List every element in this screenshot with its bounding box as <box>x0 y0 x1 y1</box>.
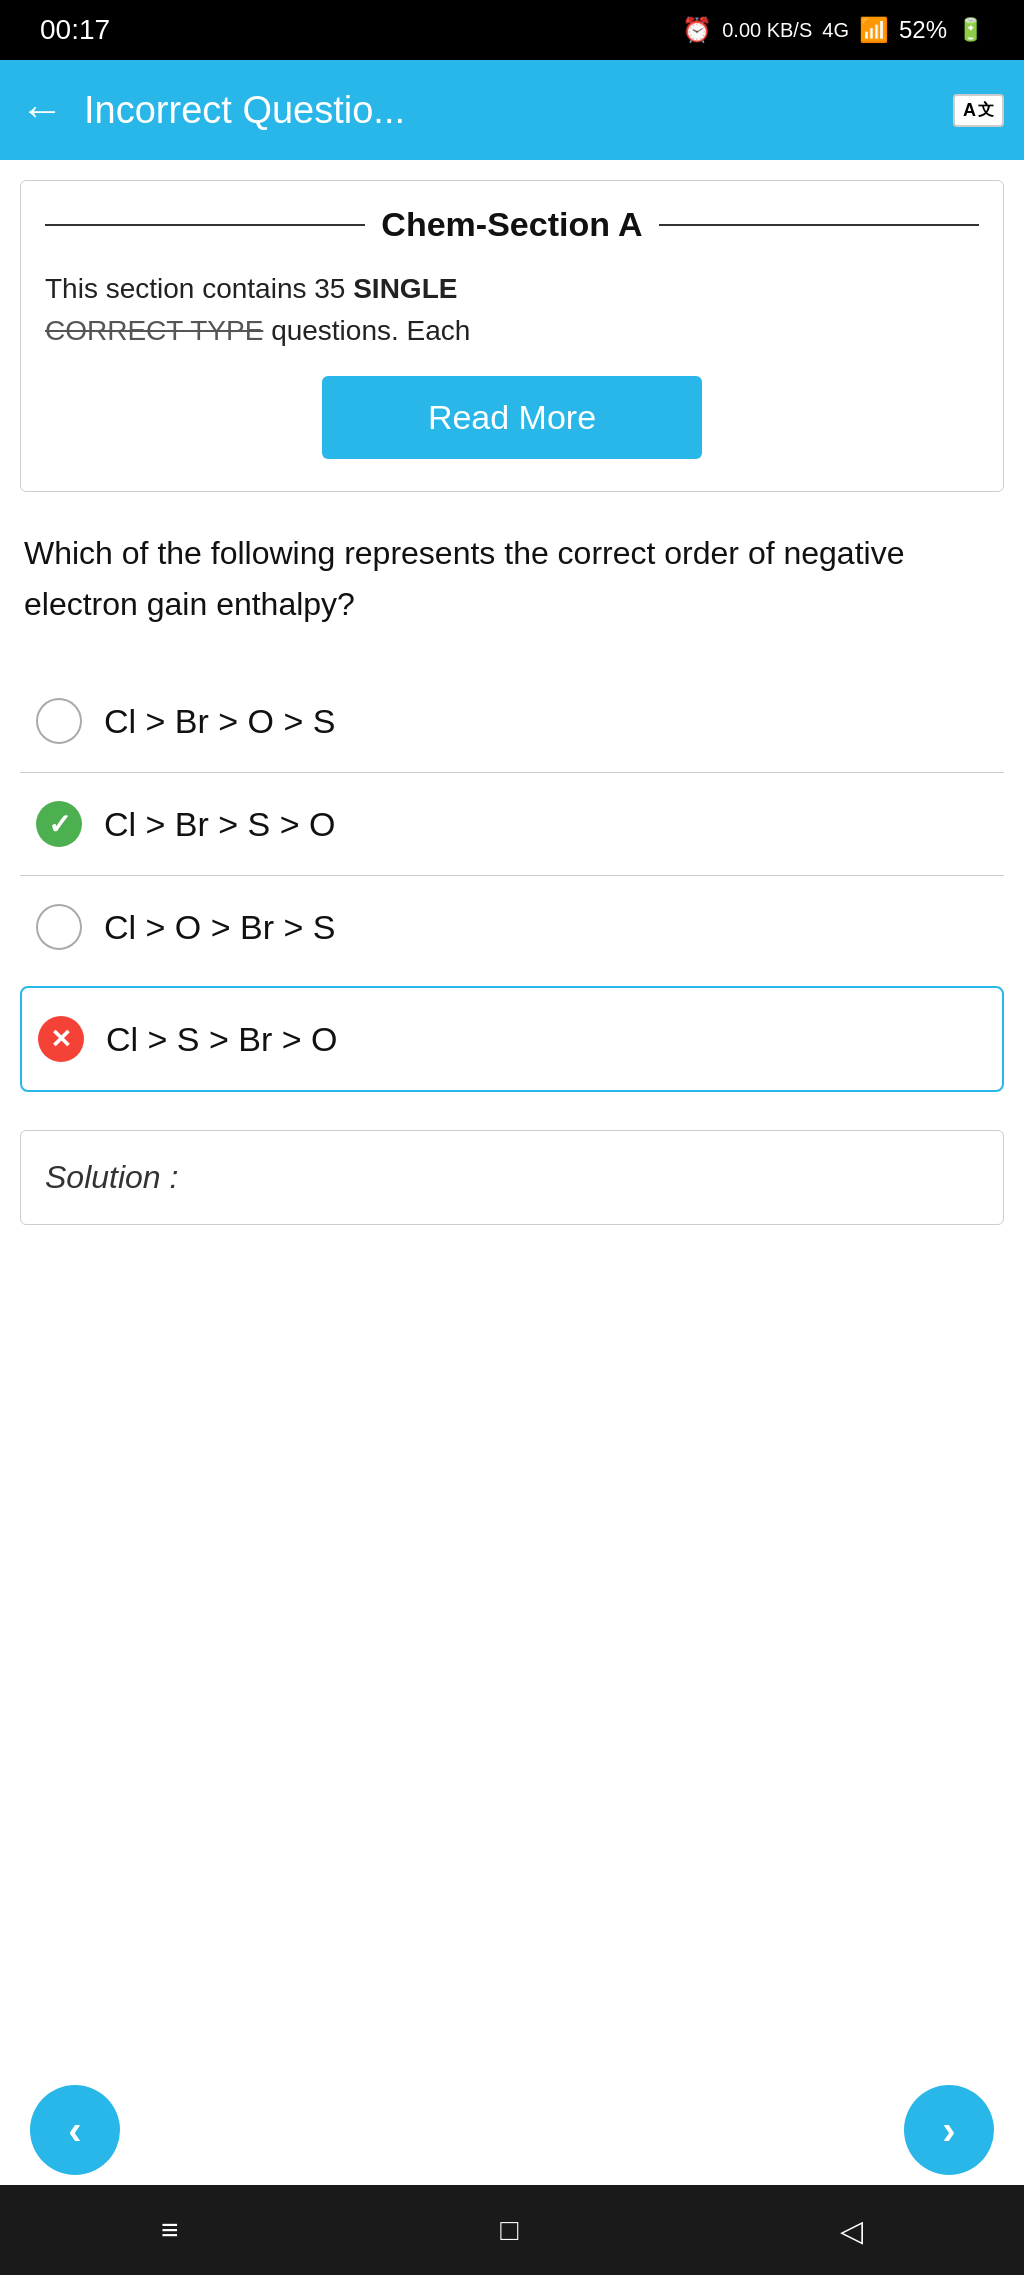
bottom-nav: ‹ › <box>0 2085 1024 2175</box>
status-icons: ⏰ 0.00 KB/S 4G 📶 52% 🔋 <box>682 16 984 44</box>
main-content: Chem-Section A This section contains 35 … <box>0 180 1024 1225</box>
alarm-icon: ⏰ <box>682 16 712 44</box>
status-bar: 00:17 ⏰ 0.00 KB/S 4G 📶 52% 🔋 <box>0 0 1024 60</box>
description-text: This section contains 35 <box>45 273 353 304</box>
prev-arrow: ‹ <box>68 2108 81 2153</box>
solution-label: Solution : <box>45 1159 178 1195</box>
read-more-button[interactable]: Read More <box>322 376 702 459</box>
option-a[interactable]: Cl > Br > O > S <box>20 670 1004 772</box>
radio-c <box>36 904 82 950</box>
battery-icon: 🔋 <box>957 17 984 43</box>
option-c[interactable]: Cl > O > Br > S <box>20 876 1004 978</box>
next-arrow: › <box>942 2108 955 2153</box>
option-a-text: Cl > Br > O > S <box>104 702 335 741</box>
section-title: Chem-Section A <box>45 205 979 244</box>
android-back-icon[interactable]: ◁ <box>840 2213 863 2248</box>
nav-title: Incorrect Questio... <box>84 89 933 132</box>
section-description: This section contains 35 SINGLE CORRECT … <box>45 268 979 352</box>
option-b[interactable]: Cl > Br > S > O <box>20 773 1004 875</box>
android-nav-bar: ≡ □ ◁ <box>0 2185 1024 2275</box>
wrong-icon <box>38 1016 84 1062</box>
solution-box: Solution : <box>20 1130 1004 1225</box>
options-list: Cl > Br > O > S Cl > Br > S > O Cl > O >… <box>20 670 1004 1100</box>
battery-level: 52% <box>899 16 947 44</box>
option-b-text: Cl > Br > S > O <box>104 805 335 844</box>
correct-icon <box>36 801 82 847</box>
network-type: 4G <box>822 19 849 42</box>
option-d[interactable]: Cl > S > Br > O <box>20 986 1004 1092</box>
nav-bar: ← Incorrect Questio... A 文 <box>0 60 1024 160</box>
status-time: 00:17 <box>40 14 110 46</box>
android-menu-icon[interactable]: ≡ <box>161 2213 179 2247</box>
translate-icon-zh: 文 <box>978 100 994 121</box>
next-button[interactable]: › <box>904 2085 994 2175</box>
android-home-icon[interactable]: □ <box>500 2213 518 2247</box>
translate-icon-a: A <box>963 100 976 121</box>
question-text: Which of the following represents the co… <box>20 528 1004 630</box>
back-button[interactable]: ← <box>20 85 64 135</box>
option-c-text: Cl > O > Br > S <box>104 908 335 947</box>
description-rest: questions. Each <box>271 315 470 346</box>
description-bold: SINGLE <box>353 273 457 304</box>
translate-button[interactable]: A 文 <box>953 94 1004 127</box>
description-strike: CORRECT TYPE <box>45 315 263 346</box>
signal-icon: 📶 <box>859 16 889 44</box>
radio-a <box>36 698 82 744</box>
section-card: Chem-Section A This section contains 35 … <box>20 180 1004 492</box>
option-d-text: Cl > S > Br > O <box>106 1020 337 1059</box>
prev-button[interactable]: ‹ <box>30 2085 120 2175</box>
data-speed: 0.00 KB/S <box>722 19 812 42</box>
